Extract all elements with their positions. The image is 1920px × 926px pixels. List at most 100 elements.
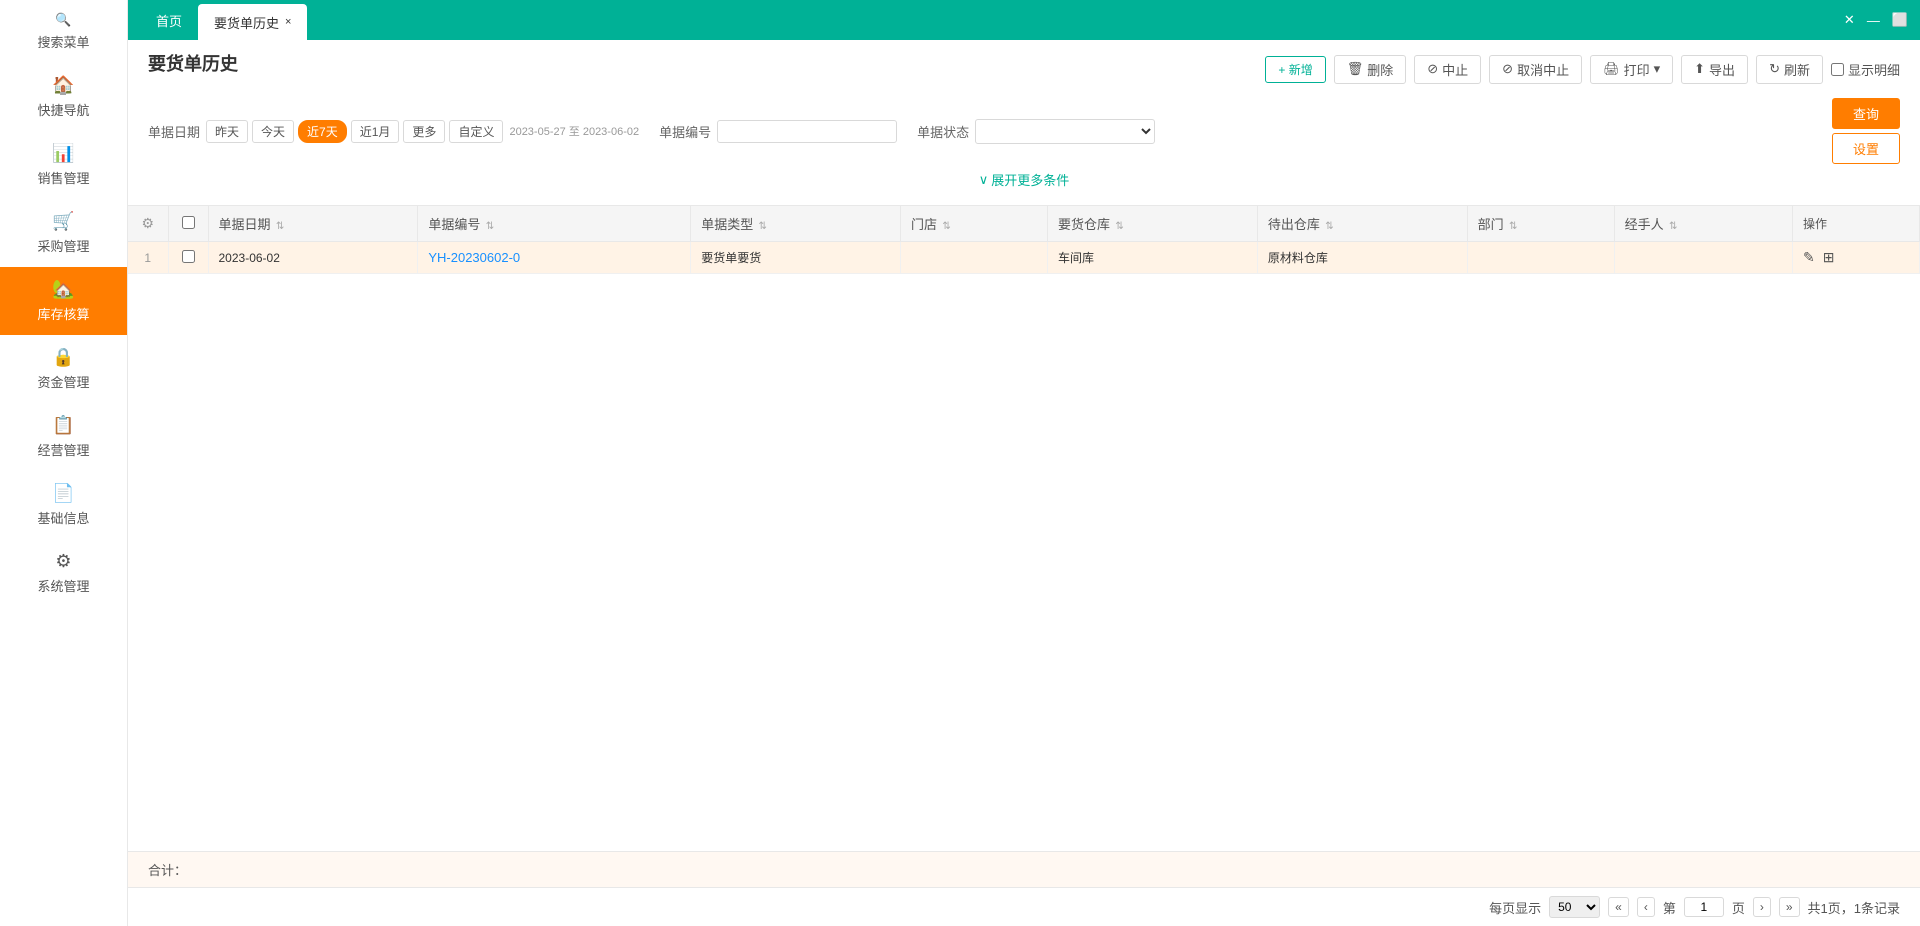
- date-btn-1month[interactable]: 近1月: [351, 120, 400, 143]
- status-select[interactable]: [975, 119, 1155, 144]
- row-pending-warehouse: 原材料仓库: [1257, 242, 1467, 274]
- cancel-stop-button[interactable]: ⊘ 取消中止: [1489, 55, 1582, 84]
- page-label: 第: [1663, 898, 1676, 917]
- sidebar-item-label: 基础信息: [37, 508, 89, 527]
- page-input[interactable]: [1684, 897, 1724, 917]
- next-page-btn[interactable]: ›: [1753, 897, 1771, 917]
- settings-button[interactable]: 设置: [1832, 133, 1900, 164]
- print-icon: 🖨: [1603, 61, 1620, 77]
- sidebar-item-label: 销售管理: [37, 168, 89, 187]
- th-handler[interactable]: 经手人 ⇅: [1614, 206, 1792, 242]
- status-filter-group: 单据状态: [917, 119, 1155, 144]
- row-req-warehouse: 车间库: [1047, 242, 1257, 274]
- home-icon: 🏠: [52, 75, 74, 96]
- th-settings[interactable]: ⚙: [128, 206, 168, 242]
- show-detail-checkbox[interactable]: [1831, 63, 1844, 76]
- export-button[interactable]: ⬆ 导出: [1681, 55, 1748, 84]
- expand-conditions-btn[interactable]: ∨ 展开更多条件: [979, 170, 1070, 189]
- print-button[interactable]: 🖨 打印 ▾: [1590, 55, 1673, 84]
- main-content: 首页 要货单历史 × ✕ — ⬜ 要货单历史 + 新增 🗑 删除: [128, 0, 1920, 926]
- tab-close-icon[interactable]: ×: [285, 16, 291, 28]
- sidebar-item-inventory[interactable]: 🏡 库存核算: [0, 267, 127, 335]
- th-doc-type[interactable]: 单据类型 ⇅: [691, 206, 901, 242]
- page-suffix: 页: [1732, 898, 1745, 917]
- date-btn-more[interactable]: 更多: [403, 120, 445, 143]
- date-filter-label: 单据日期: [148, 122, 200, 141]
- stop-button[interactable]: ⊘ 中止: [1414, 55, 1481, 84]
- doc-no-input[interactable]: [717, 120, 897, 143]
- settings-icon[interactable]: ⚙: [141, 215, 154, 231]
- sidebar-item-basic-info[interactable]: 📄 基础信息: [0, 471, 127, 539]
- finance-icon: 🔒: [52, 347, 74, 368]
- date-btn-7days[interactable]: 近7天: [298, 120, 347, 143]
- date-btn-today[interactable]: 今天: [252, 120, 294, 143]
- th-action: 操作: [1793, 206, 1920, 242]
- tab-active[interactable]: 要货单历史 ×: [198, 4, 307, 40]
- page-title: 要货单历史: [148, 50, 238, 76]
- sidebar-item-label: 资金管理: [37, 372, 89, 391]
- row-delete-btn[interactable]: ⊞: [1823, 249, 1835, 266]
- sidebar-item-label: 库存核算: [37, 304, 89, 323]
- show-detail-toggle[interactable]: 显示明细: [1831, 60, 1900, 79]
- sidebar: 🔍 搜索菜单 🏠 快捷导航 📊 销售管理 🛒 采购管理 🏡 库存核算 🔒 资金管…: [0, 0, 128, 926]
- th-doc-date[interactable]: 单据日期 ⇅: [208, 206, 418, 242]
- prev-page-btn[interactable]: ‹: [1637, 897, 1655, 917]
- sort-icon-type: ⇅: [759, 221, 767, 232]
- row-dept: [1467, 242, 1614, 274]
- sidebar-item-ops[interactable]: 📋 经营管理: [0, 403, 127, 471]
- table-row[interactable]: 1 2023-06-02 YH-20230602-0 要货单要货 车间库 原材料…: [128, 242, 1920, 274]
- per-page-label: 每页显示: [1489, 898, 1541, 917]
- cancel-stop-icon: ⊘: [1502, 61, 1513, 77]
- date-btn-custom[interactable]: 自定义: [449, 120, 503, 143]
- sales-icon: 📊: [52, 143, 74, 164]
- search-icon: 🔍: [55, 12, 71, 28]
- query-button[interactable]: 查询: [1832, 98, 1900, 129]
- row-edit-btn[interactable]: ✎: [1803, 249, 1815, 266]
- tab-home[interactable]: 首页: [140, 0, 198, 40]
- refresh-button[interactable]: ↻ 刷新: [1756, 55, 1823, 84]
- sys-icon: ⚙: [55, 551, 71, 572]
- row-doc-date: 2023-06-02: [208, 242, 418, 274]
- doc-no-link[interactable]: YH-20230602-0: [428, 250, 520, 265]
- th-doc-no[interactable]: 单据编号 ⇅: [418, 206, 691, 242]
- last-page-btn[interactable]: »: [1779, 897, 1800, 917]
- window-max-btn[interactable]: ⬜: [1892, 12, 1908, 28]
- doc-no-filter-group: 单据编号: [659, 120, 897, 143]
- delete-button[interactable]: 🗑 删除: [1334, 55, 1407, 84]
- sort-icon-reqwh: ⇅: [1115, 221, 1123, 232]
- sidebar-item-label: 快捷导航: [37, 100, 89, 119]
- th-store[interactable]: 门店 ⇅: [901, 206, 1048, 242]
- th-checkbox[interactable]: [168, 206, 208, 242]
- th-req-warehouse[interactable]: 要货仓库 ⇅: [1047, 206, 1257, 242]
- add-button[interactable]: + 新增: [1265, 56, 1325, 83]
- summary-label: 合计：: [148, 860, 187, 879]
- sidebar-item-label: 采购管理: [37, 236, 89, 255]
- inventory-icon: 🏡: [52, 279, 74, 300]
- th-pending-warehouse[interactable]: 待出仓库 ⇅: [1257, 206, 1467, 242]
- window-close-btn[interactable]: ✕: [1844, 12, 1855, 28]
- sort-icon-docno: ⇅: [486, 221, 494, 232]
- window-min-btn[interactable]: —: [1867, 13, 1880, 28]
- basic-info-icon: 📄: [52, 483, 74, 504]
- select-all-checkbox[interactable]: [182, 216, 195, 229]
- refresh-icon: ↻: [1769, 61, 1780, 77]
- first-page-btn[interactable]: «: [1608, 897, 1629, 917]
- sidebar-search[interactable]: 🔍 搜索菜单: [0, 0, 127, 63]
- th-dept[interactable]: 部门 ⇅: [1467, 206, 1614, 242]
- sidebar-item-sales[interactable]: 📊 销售管理: [0, 131, 127, 199]
- sort-icon-pendwh: ⇅: [1325, 221, 1333, 232]
- row-doc-no[interactable]: YH-20230602-0: [418, 242, 691, 274]
- sidebar-item-quick-nav[interactable]: 🏠 快捷导航: [0, 63, 127, 131]
- per-page-select[interactable]: 10 20 50 100: [1549, 896, 1600, 918]
- sidebar-item-label: 系统管理: [37, 576, 89, 595]
- date-btn-yesterday[interactable]: 昨天: [206, 120, 248, 143]
- total-info: 共1页，1条记录: [1808, 898, 1900, 917]
- date-range-display: 2023-05-27 至 2023-06-02: [509, 123, 639, 139]
- sidebar-item-sys[interactable]: ⚙ 系统管理: [0, 539, 127, 607]
- sidebar-item-purchase[interactable]: 🛒 采购管理: [0, 199, 127, 267]
- sidebar-search-label: 搜索菜单: [37, 32, 89, 51]
- row-actions: ✎ ⊞: [1793, 242, 1920, 274]
- row-checkbox[interactable]: [168, 242, 208, 274]
- table-footer: 合计：: [128, 851, 1920, 887]
- sidebar-item-finance[interactable]: 🔒 资金管理: [0, 335, 127, 403]
